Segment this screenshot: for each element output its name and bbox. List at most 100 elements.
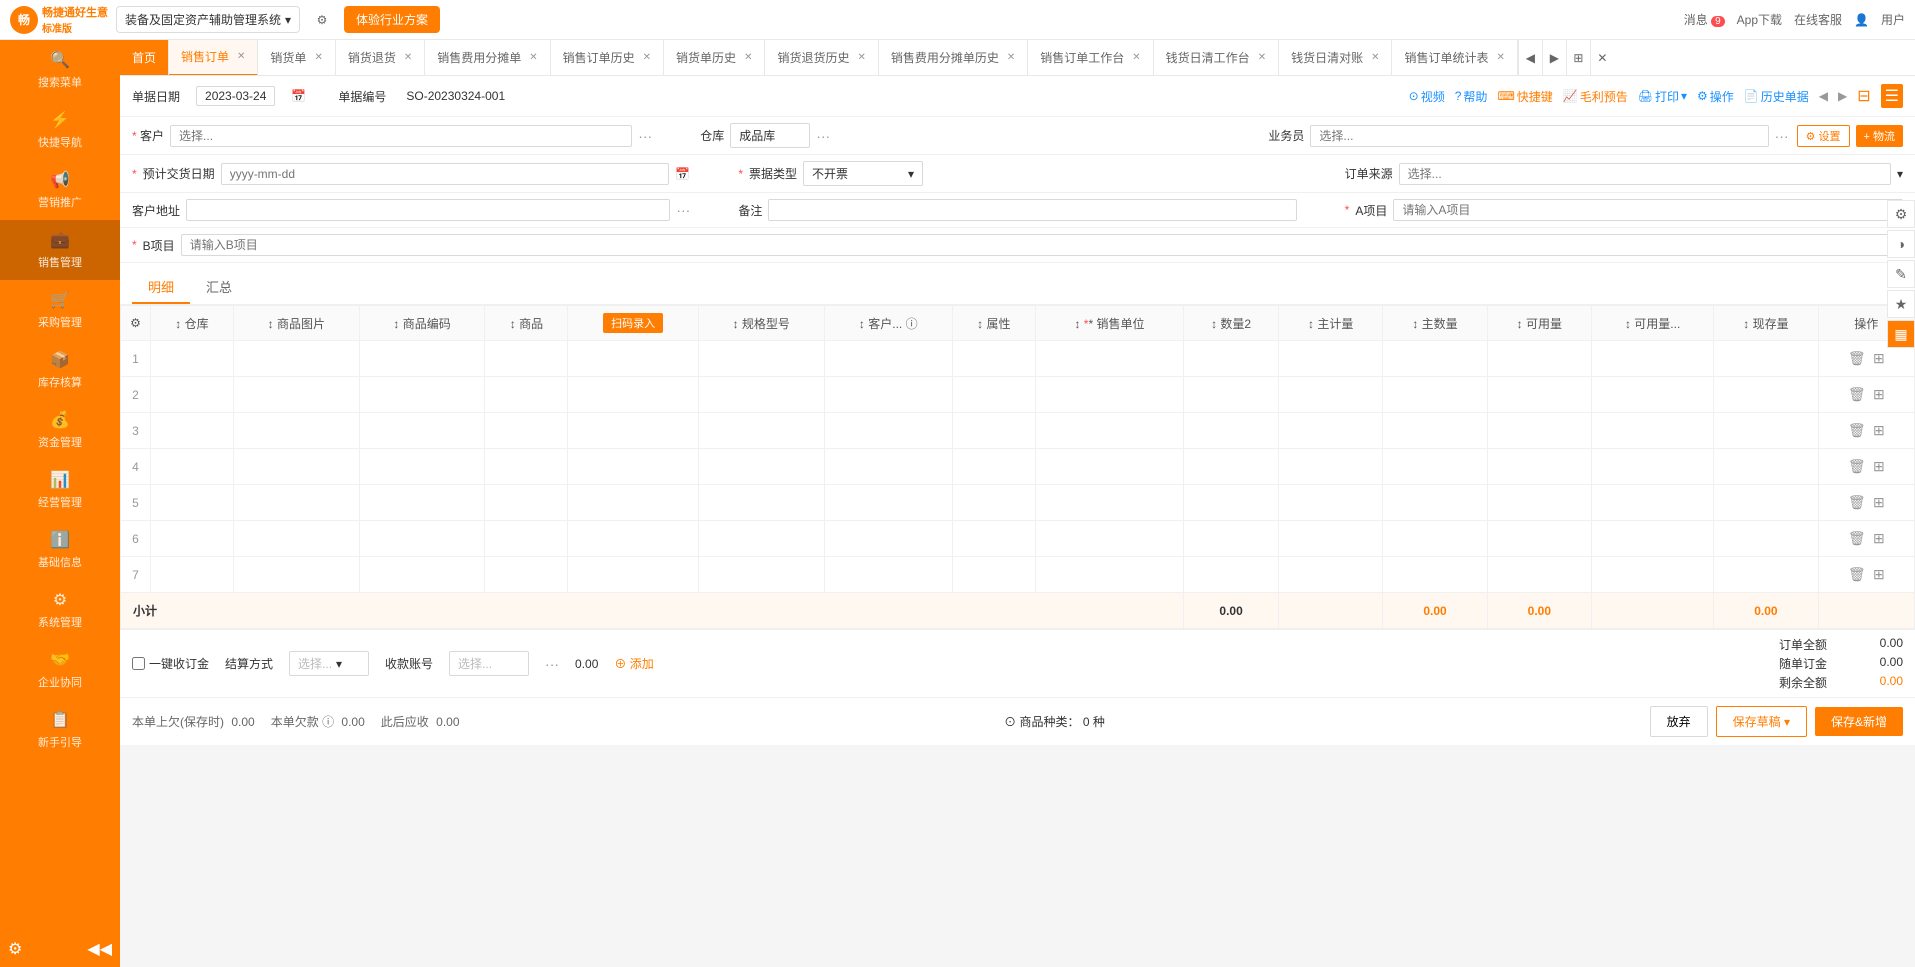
row-code-2[interactable] (359, 377, 485, 413)
row-customer-code-1[interactable] (824, 341, 952, 377)
tab-prev-btn[interactable]: ◀ (1518, 40, 1542, 76)
sidebar-item-search[interactable]: 🔍 搜索菜单 (0, 40, 120, 100)
copy-row-5-btn[interactable]: ⊞ (1871, 492, 1887, 513)
date-value[interactable]: 2023-03-24 (196, 86, 275, 106)
tab-daily-reconcile[interactable]: 钱货日清对账 ✕ (1279, 40, 1392, 76)
shortcut-btn[interactable]: ⌨ 快捷键 (1497, 88, 1552, 105)
col-settings[interactable]: ⚙ (121, 306, 151, 341)
float-btn-4[interactable]: ★ (1887, 290, 1915, 318)
tab-close-all-btn[interactable]: ✕ (1590, 40, 1614, 76)
col-scan[interactable]: 扫码录入 (568, 306, 699, 341)
grid-view-icon[interactable]: ⊟ (1857, 86, 1870, 106)
one-click-checkbox-input[interactable] (132, 657, 145, 670)
tab-close-icon[interactable]: ✕ (404, 52, 412, 63)
sidebar-collapse-icon[interactable]: ◀◀ (87, 939, 112, 959)
save-draft-btn[interactable]: 保存草稿 ▾ (1716, 706, 1807, 737)
tab-fee-split-history[interactable]: 销售费用分摊单历史 ✕ (879, 40, 1028, 76)
tab-close-icon[interactable]: ✕ (314, 52, 322, 63)
sidebar-item-basics[interactable]: ℹ️ 基础信息 (0, 520, 120, 580)
row-scan-1[interactable] (568, 341, 699, 377)
address-more-btn[interactable]: ··· (676, 202, 690, 218)
history-btn[interactable]: 📄 历史单据 (1744, 88, 1809, 105)
float-btn-1[interactable]: ⚙ (1887, 200, 1915, 228)
row-main-unit-1[interactable] (1279, 341, 1383, 377)
delivery-date-input[interactable] (221, 163, 670, 185)
tab-order-stats[interactable]: 销售订单统计表 ✕ (1392, 40, 1517, 76)
project-b-input[interactable] (181, 234, 1903, 256)
tab-next-btn[interactable]: ▶ (1542, 40, 1566, 76)
sidebar-item-guide[interactable]: 📋 新手引导 (0, 700, 120, 760)
scan-input-btn[interactable]: 扫码录入 (603, 313, 663, 333)
copy-row-3-btn[interactable]: ⊞ (1871, 420, 1887, 441)
tab-close-icon[interactable]: ✕ (1007, 52, 1015, 63)
copy-row-2-btn[interactable]: ⊞ (1871, 384, 1887, 405)
operation-btn[interactable]: ⚙ 操作 (1697, 88, 1734, 105)
tab-summary[interactable]: 汇总 (190, 271, 248, 304)
tab-close-icon[interactable]: ✕ (744, 52, 752, 63)
row-available-1[interactable] (1487, 341, 1591, 377)
sidebar-item-operations[interactable]: 📊 经营管理 (0, 460, 120, 520)
nav-next-icon[interactable]: ▶ (1838, 89, 1847, 103)
tab-close-icon[interactable]: ✕ (1371, 52, 1379, 63)
row-warehouse-1[interactable] (151, 341, 234, 377)
tab-order-history[interactable]: 销售订单历史 ✕ (551, 40, 664, 76)
sidebar-item-enterprise[interactable]: 🤝 企业协同 (0, 640, 120, 700)
tab-home[interactable]: 首页 (120, 40, 169, 76)
profit-btn[interactable]: 📈 毛利预告 (1563, 88, 1628, 105)
account-more-btn[interactable]: ··· (545, 656, 559, 672)
discard-btn[interactable]: 放弃 (1650, 706, 1708, 737)
tab-returns[interactable]: 销货退货 ✕ (336, 40, 425, 76)
tab-close-icon[interactable]: ✕ (1497, 52, 1505, 63)
help-btn[interactable]: ? 帮助 (1455, 88, 1488, 105)
nav-prev-icon[interactable]: ◀ (1819, 89, 1828, 103)
row-attribute-1[interactable] (952, 341, 1035, 377)
tab-daily-workbench[interactable]: 钱货日清工作台 ✕ (1154, 40, 1279, 76)
payment-method-select[interactable]: 选择... ▾ (289, 651, 369, 676)
row-main-qty-1[interactable] (1383, 341, 1487, 377)
warehouse-value[interactable]: 成品库 (730, 123, 810, 148)
add-logistics-btn[interactable]: + 物流 (1856, 125, 1903, 147)
sidebar-item-marketing[interactable]: 📢 营销推广 (0, 160, 120, 220)
address-input[interactable] (186, 199, 670, 221)
tab-fee-split[interactable]: 销售费用分摊单 ✕ (425, 40, 550, 76)
float-btn-2[interactable]: ◑ (1887, 230, 1915, 258)
copy-row-1-btn[interactable]: ⊞ (1871, 348, 1887, 369)
row-qty2-1[interactable] (1184, 341, 1279, 377)
delete-row-7-btn[interactable]: 🗑 (1846, 564, 1868, 585)
tab-goods-history[interactable]: 销货单历史 ✕ (664, 40, 765, 76)
print-btn[interactable]: 🖨 打印 ▾ (1638, 88, 1687, 105)
copy-row-7-btn[interactable]: ⊞ (1871, 564, 1887, 585)
sidebar-item-quicknav[interactable]: ⚡ 快捷导航 (0, 100, 120, 160)
float-btn-3[interactable]: ✎ (1887, 260, 1915, 288)
one-click-checkbox[interactable]: 一键收订金 (132, 655, 209, 672)
tab-close-icon[interactable]: ✕ (1132, 52, 1140, 63)
delete-row-2-btn[interactable]: 🗑 (1846, 384, 1868, 405)
app-download-btn[interactable]: App下载 (1737, 11, 1782, 28)
notification-btn[interactable]: 消息 9 (1684, 11, 1725, 28)
copy-row-4-btn[interactable]: ⊞ (1871, 456, 1887, 477)
sidebar-item-finance[interactable]: 💰 资金管理 (0, 400, 120, 460)
salesperson-input[interactable] (1310, 125, 1768, 147)
row-available2-1[interactable] (1592, 341, 1714, 377)
row-current-stock-1[interactable] (1714, 341, 1818, 377)
customer-more-btn[interactable]: ··· (638, 128, 652, 144)
sidebar-item-purchase[interactable]: 🛒 采购管理 (0, 280, 120, 340)
delete-row-4-btn[interactable]: 🗑 (1846, 456, 1868, 477)
salesperson-more-btn[interactable]: ··· (1775, 128, 1789, 144)
calendar-icon[interactable]: 📅 (291, 89, 306, 103)
account-select[interactable]: 选择... (449, 651, 529, 676)
sidebar-settings-icon[interactable]: ⚙ (8, 939, 22, 959)
tab-returns-history[interactable]: 销货退货历史 ✕ (765, 40, 878, 76)
customer-input[interactable] (170, 125, 632, 147)
float-btn-5[interactable]: ▦ (1887, 320, 1915, 348)
tab-close-icon[interactable]: ✕ (1258, 52, 1266, 63)
delete-row-5-btn[interactable]: 🗑 (1846, 492, 1868, 513)
row-spec-1[interactable] (698, 341, 824, 377)
order-source-input[interactable] (1399, 163, 1891, 185)
online-service-btn[interactable]: 在线客服 (1794, 11, 1842, 28)
tab-close-icon[interactable]: ✕ (857, 52, 865, 63)
row-product-2[interactable] (485, 377, 568, 413)
sidebar-item-inventory[interactable]: 📦 库存核算 (0, 340, 120, 400)
delivery-calendar-icon[interactable]: 📅 (675, 167, 690, 181)
tab-detail[interactable]: 明细 (132, 271, 190, 304)
